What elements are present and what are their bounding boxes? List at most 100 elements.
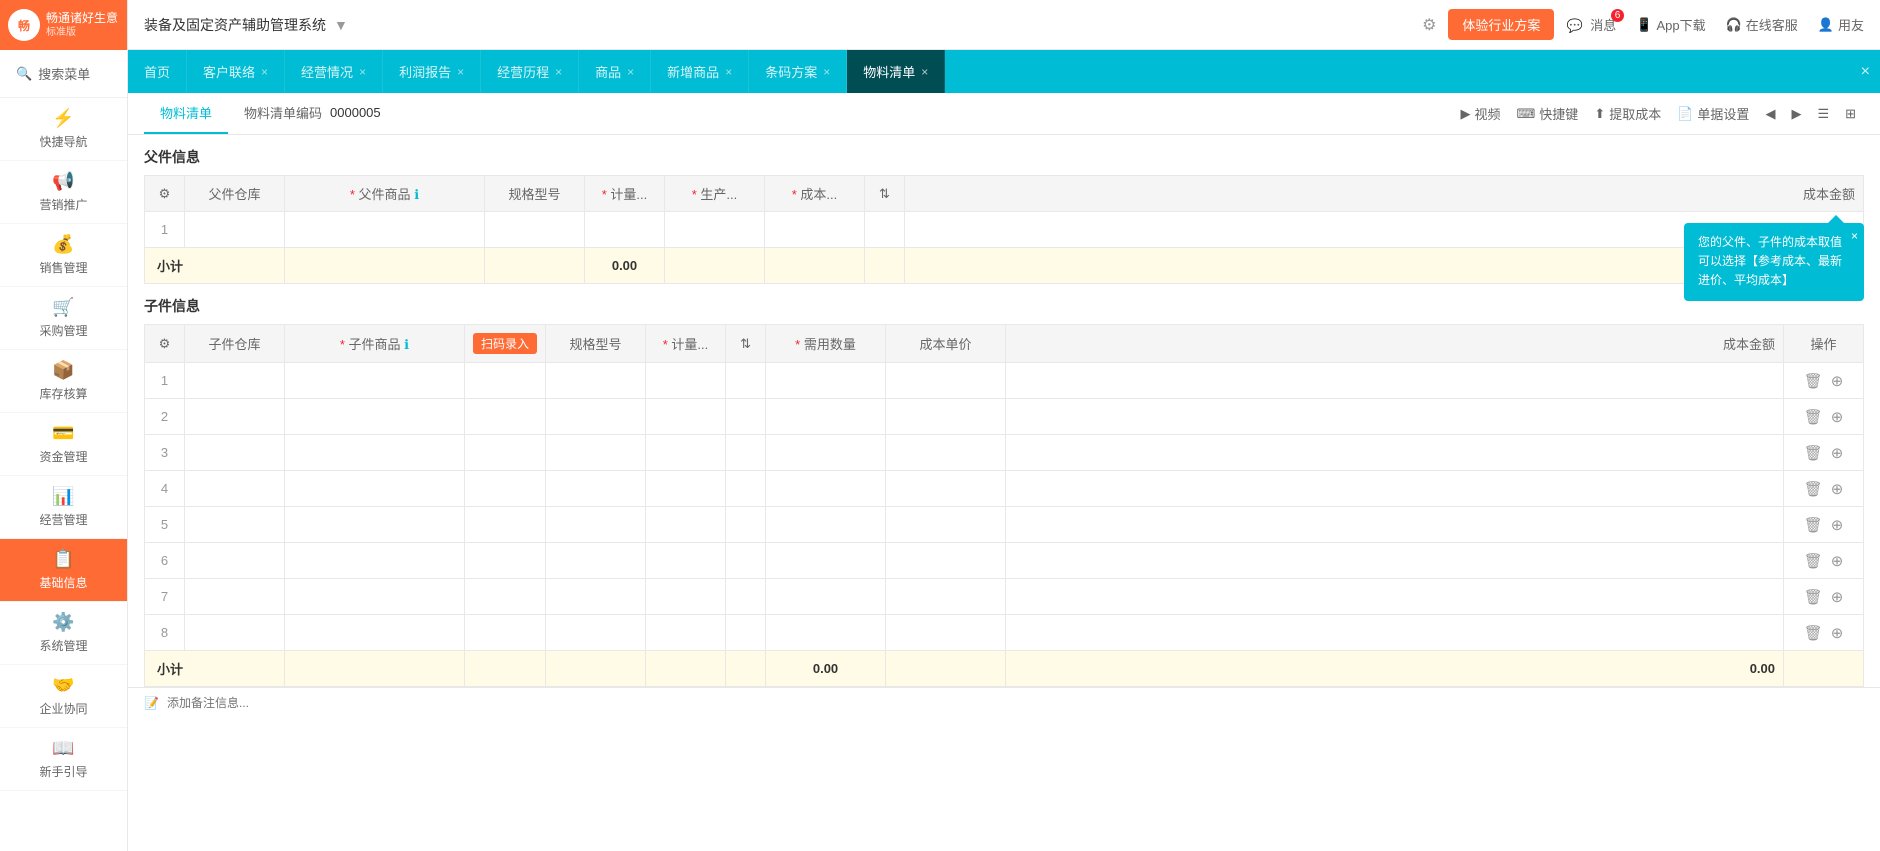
online-support-button[interactable]: 🎧 在线客服 bbox=[1726, 15, 1798, 34]
child-row-1-unit-cost[interactable] bbox=[886, 363, 1006, 399]
delete-icon[interactable]: 🗑 bbox=[1804, 588, 1823, 606]
copy-icon[interactable]: ⊕ bbox=[1831, 372, 1844, 390]
copy-icon[interactable]: ⊕ bbox=[1831, 588, 1844, 606]
parent-row-1-cost[interactable] bbox=[765, 212, 865, 248]
tab-close-goods[interactable]: × bbox=[627, 65, 634, 79]
copy-icon[interactable]: ⊕ bbox=[1831, 516, 1844, 534]
nav-close-all[interactable]: × bbox=[1851, 63, 1880, 81]
tab-operation-history[interactable]: 经营历程 × bbox=[481, 50, 579, 93]
copy-icon[interactable]: ⊕ bbox=[1831, 480, 1844, 498]
col-settings-icon: ⚙ bbox=[159, 186, 171, 201]
scan-input-button[interactable]: 扫码录入 bbox=[473, 333, 537, 354]
tab-close-add-goods[interactable]: × bbox=[725, 65, 732, 79]
trial-button[interactable]: 体验行业方案 bbox=[1448, 9, 1554, 40]
sidebar-item-operation[interactable]: 📊 经营管理 bbox=[0, 476, 127, 539]
tab-home[interactable]: 首页 bbox=[128, 50, 187, 93]
message-button[interactable]: 💬 6 消息 bbox=[1566, 15, 1616, 34]
tooltip-close-button[interactable]: × bbox=[1851, 227, 1858, 246]
search-menu-button[interactable]: 🔍 搜索菜单 bbox=[8, 58, 119, 89]
shortcut-button[interactable]: ⌨ 快捷键 bbox=[1517, 104, 1579, 123]
settings-icon[interactable]: ⚙ bbox=[1422, 15, 1436, 35]
content-area: 物料清单 物料清单编码 0000005 ▶ 视频 ⌨ 快捷键 bbox=[128, 93, 1880, 851]
tab-operation-status[interactable]: 经营情况 × bbox=[285, 50, 383, 93]
tab-bom[interactable]: 物料清单 × bbox=[847, 50, 945, 93]
parent-row-1-goods[interactable] bbox=[285, 212, 485, 248]
delete-icon[interactable]: 🗑 bbox=[1804, 408, 1823, 426]
parent-row-1-spacer bbox=[865, 212, 905, 248]
child-row-2-unit[interactable] bbox=[646, 399, 726, 435]
delete-icon[interactable]: 🗑 bbox=[1804, 372, 1823, 390]
child-row-1-cost-amount bbox=[1006, 363, 1784, 399]
sub-nav-bom-list[interactable]: 物料清单 bbox=[144, 93, 228, 134]
nav-next-button[interactable]: ▶ bbox=[1791, 106, 1801, 122]
tab-close-profit-report[interactable]: × bbox=[457, 65, 464, 79]
expand-button[interactable]: ⊞ bbox=[1845, 106, 1856, 122]
tab-close-barcode[interactable]: × bbox=[823, 65, 830, 79]
app-logo: 畅 畅通诸好生意 标准版 bbox=[0, 0, 127, 50]
sidebar-item-marketing[interactable]: 📢 营销推广 bbox=[0, 161, 127, 224]
child-row-1-spec[interactable] bbox=[546, 363, 646, 399]
child-col-settings[interactable]: ⚙ bbox=[145, 325, 185, 363]
sidebar-item-basic[interactable]: 📋 基础信息 bbox=[0, 539, 127, 602]
parent-info-title: 父件信息 bbox=[144, 135, 1864, 175]
child-row-1-unit[interactable] bbox=[646, 363, 726, 399]
bom-code-value: 0000005 bbox=[330, 105, 381, 120]
sidebar-item-guide[interactable]: 📖 新手引导 bbox=[0, 728, 127, 791]
view-button[interactable]: ▶ 视频 bbox=[1461, 104, 1501, 123]
child-row-2-goods[interactable] bbox=[285, 399, 465, 435]
sidebar-item-purchase[interactable]: 🛒 采购管理 bbox=[0, 287, 127, 350]
list-view-button[interactable]: ☰ bbox=[1817, 106, 1829, 122]
parent-row-1-unit[interactable] bbox=[585, 212, 665, 248]
cost-tooltip: × 您的父件、子件的成本取值可以选择【参考成本、最新进价、平均成本】 bbox=[1684, 223, 1864, 301]
delete-icon[interactable]: 🗑 bbox=[1804, 624, 1823, 642]
nav-prev-button[interactable]: ◀ bbox=[1765, 106, 1775, 122]
table-row: 6 🗑⊕ bbox=[145, 543, 1864, 579]
child-row-1-required-qty[interactable] bbox=[766, 363, 886, 399]
user-menu[interactable]: 👤 用友 bbox=[1818, 15, 1864, 34]
copy-icon[interactable]: ⊕ bbox=[1831, 624, 1844, 642]
delete-icon[interactable]: 🗑 bbox=[1804, 444, 1823, 462]
single-setting-button[interactable]: 📄 单据设置 bbox=[1677, 104, 1749, 123]
child-row-2-unit-cost[interactable] bbox=[886, 399, 1006, 435]
parent-col-settings[interactable]: ⚙ bbox=[145, 176, 185, 212]
delete-icon[interactable]: 🗑 bbox=[1804, 516, 1823, 534]
delete-icon[interactable]: 🗑 bbox=[1804, 480, 1823, 498]
child-row-2-required-qty[interactable] bbox=[766, 399, 886, 435]
copy-icon[interactable]: ⊕ bbox=[1831, 408, 1844, 426]
tab-add-goods[interactable]: 新增商品 × bbox=[651, 50, 749, 93]
app-download-button[interactable]: 📱 App下载 bbox=[1636, 15, 1705, 34]
parent-row-1-spec[interactable] bbox=[485, 212, 585, 248]
copy-icon[interactable]: ⊕ bbox=[1831, 552, 1844, 570]
parent-row-1-warehouse[interactable] bbox=[185, 212, 285, 248]
note-input[interactable] bbox=[167, 696, 367, 710]
sidebar-item-system[interactable]: ⚙️ 系统管理 bbox=[0, 602, 127, 665]
tab-profit-report[interactable]: 利润报告 × bbox=[383, 50, 481, 93]
tab-close-bom[interactable]: × bbox=[921, 65, 928, 79]
copy-icon[interactable]: ⊕ bbox=[1831, 444, 1844, 462]
child-row-2-warehouse[interactable] bbox=[185, 399, 285, 435]
child-col-spec: 规格型号 bbox=[546, 325, 646, 363]
child-col-action: 操作 bbox=[1784, 325, 1864, 363]
sidebar-item-quick-nav[interactable]: ⚡ 快捷导航 bbox=[0, 98, 127, 161]
sidebar-item-inventory[interactable]: 📦 库存核算 bbox=[0, 350, 127, 413]
child-row-1-warehouse[interactable] bbox=[185, 363, 285, 399]
tab-close-customer[interactable]: × bbox=[261, 65, 268, 79]
tab-barcode[interactable]: 条码方案 × bbox=[749, 50, 847, 93]
child-col-scan[interactable]: 扫码录入 bbox=[465, 325, 546, 363]
child-row-2-spec[interactable] bbox=[546, 399, 646, 435]
sidebar-item-enterprise[interactable]: 🤝 企业协同 bbox=[0, 665, 127, 728]
sidebar-item-finance[interactable]: 💳 资金管理 bbox=[0, 413, 127, 476]
tab-close-operation-history[interactable]: × bbox=[555, 65, 562, 79]
tab-goods[interactable]: 商品 × bbox=[579, 50, 651, 93]
extract-cost-button[interactable]: ⬆ 提取成本 bbox=[1594, 104, 1661, 123]
tab-close-operation-status[interactable]: × bbox=[359, 65, 366, 79]
child-col-warehouse: 子件仓库 bbox=[185, 325, 285, 363]
sidebar-item-sales[interactable]: 💰 销售管理 bbox=[0, 224, 127, 287]
system-icon: ⚙️ bbox=[52, 612, 74, 633]
tab-customer[interactable]: 客户联络 × bbox=[187, 50, 285, 93]
table-row: 1 bbox=[145, 212, 1864, 248]
delete-icon[interactable]: 🗑 bbox=[1804, 552, 1823, 570]
parent-row-1-production[interactable] bbox=[665, 212, 765, 248]
child-row-1-goods[interactable] bbox=[285, 363, 465, 399]
purchase-icon: 🛒 bbox=[52, 297, 74, 318]
